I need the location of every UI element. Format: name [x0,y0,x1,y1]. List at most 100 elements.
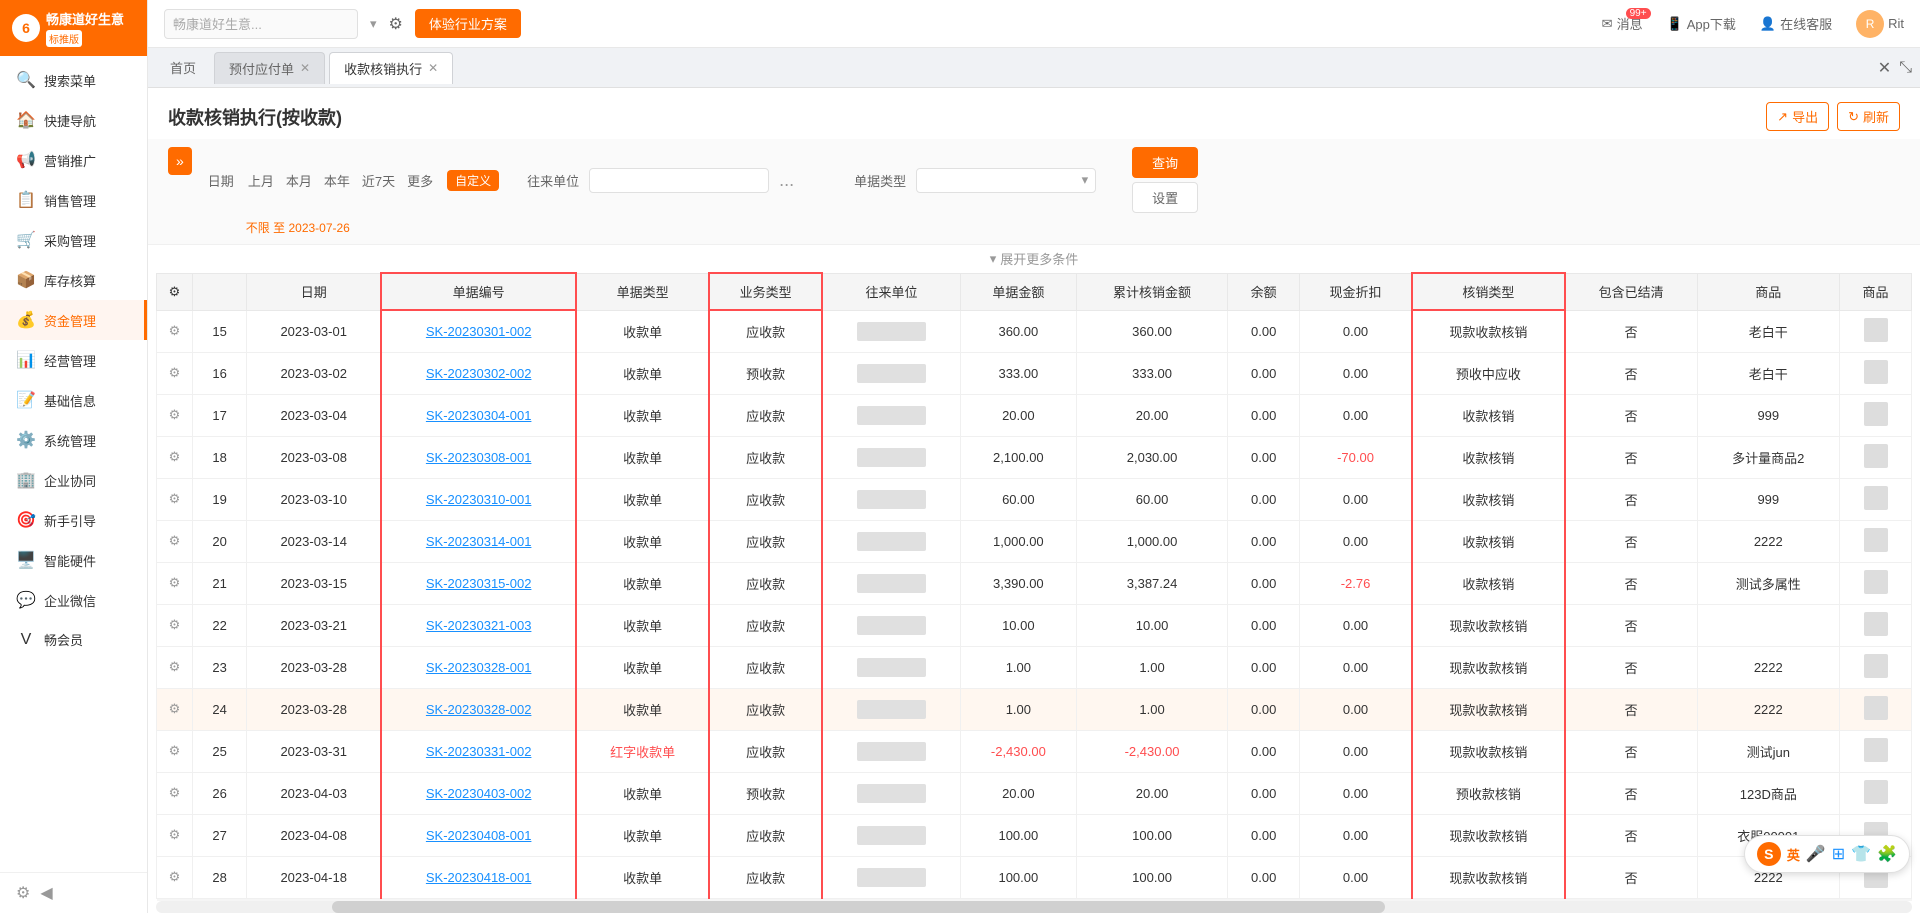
doc-type-select[interactable] [916,168,1096,193]
tab-close-button[interactable]: ✕ [1878,58,1891,78]
topbar-gear-icon[interactable]: ⚙ [389,14,403,34]
sidebar-item-sales[interactable]: 📋销售管理 [0,180,147,220]
float-shirt-icon[interactable]: 👕 [1851,844,1871,864]
collapse-icon[interactable]: ◀ [40,883,52,903]
expand-conditions-button[interactable]: ▾ 展开更多条件 [990,249,1079,268]
doc-no-link[interactable]: SK-20230308-001 [426,450,532,465]
online-service-button[interactable]: 👤 在线客服 [1760,14,1832,33]
sidebar-item-system[interactable]: ⚙️系统管理 [0,420,147,460]
row-settings-icon[interactable]: ⚙ [169,659,181,674]
cell-goods: 老白干 [1697,310,1840,352]
row-settings-icon[interactable]: ⚙ [169,491,181,506]
table-row: ⚙ 24 2023-03-28 SK-20230328-002 收款单 应收款 … [157,688,1912,730]
cell-cancel-type: 现款收款核销 [1412,814,1565,856]
tab-expand-button[interactable]: ⤡ [1899,59,1912,77]
cell-goods: 999 [1697,478,1840,520]
sidebar-item-wechat[interactable]: 💬企业微信 [0,580,147,620]
sidebar-item-marketing[interactable]: 📢营销推广 [0,140,147,180]
message-button[interactable]: ✉ 消息 99+ [1602,14,1643,33]
float-grid-icon[interactable]: ⊞ [1832,844,1845,864]
row-settings-icon[interactable]: ⚙ [169,869,181,884]
doc-no-link[interactable]: SK-20230314-001 [426,534,532,549]
topbar-arrow-icon[interactable]: ▾ [370,16,377,32]
cell-cum-amount: 60.00 [1076,478,1227,520]
filter-dots[interactable]: ... [779,170,794,191]
row-settings-icon[interactable]: ⚙ [169,449,181,464]
col-amount: 单据金额 [960,273,1076,310]
horizontal-scrollbar[interactable] [156,901,1912,913]
row-settings-icon[interactable]: ⚙ [169,617,181,632]
doc-no-link[interactable]: SK-20230304-001 [426,408,532,423]
filter-toggle-button[interactable]: » [168,147,192,175]
doc-no-link[interactable]: SK-20230310-001 [426,492,532,507]
sidebar-label-purchase: 采购管理 [44,231,96,250]
cell-goods-img [1840,688,1912,730]
tab-home[interactable]: 首页 [156,52,210,83]
row-settings-icon[interactable]: ⚙ [169,365,181,380]
cell-goods: 2222 [1697,520,1840,562]
query-button[interactable]: 查询 [1132,147,1198,178]
partner-filter-input[interactable] [589,168,769,193]
cell-balance: 0.00 [1228,352,1300,394]
doc-no-link[interactable]: SK-20230328-001 [426,660,532,675]
doc-no-link[interactable]: SK-20230328-002 [426,702,532,717]
date-7days[interactable]: 近7天 [358,169,399,192]
row-settings-icon[interactable]: ⚙ [169,743,181,758]
doc-no-link[interactable]: SK-20230302-002 [426,366,532,381]
cell-date: 2023-03-01 [247,310,382,352]
doc-no-link[interactable]: SK-20230301-002 [426,324,532,339]
app-download-button[interactable]: 📱 App下载 [1667,14,1736,33]
cell-date: 2023-04-03 [247,772,382,814]
doc-type-select-wrap [916,168,1096,193]
date-last-month[interactable]: 上月 [244,169,278,192]
sidebar-item-hardware[interactable]: 🖥️智能硬件 [0,540,147,580]
row-settings-icon[interactable]: ⚙ [169,701,181,716]
doc-no-link[interactable]: SK-20230315-002 [426,576,532,591]
doc-no-link[interactable]: SK-20230403-002 [426,786,532,801]
row-settings-icon[interactable]: ⚙ [169,785,181,800]
sidebar-label-wechat: 企业微信 [44,591,96,610]
doc-no-link[interactable]: SK-20230331-002 [426,744,532,759]
tab-close-prepay[interactable]: ✕ [300,61,310,75]
sidebar-item-corp[interactable]: 🏢企业协同 [0,460,147,500]
float-mic-icon[interactable]: 🎤 [1806,844,1826,864]
sidebar-item-basic[interactable]: 📝基础信息 [0,380,147,420]
settings-footer-icon[interactable]: ⚙ [16,883,30,903]
row-settings-icon[interactable]: ⚙ [169,827,181,842]
sidebar-item-guide[interactable]: 🎯新手引导 [0,500,147,540]
col-index [193,273,247,310]
tab-label-collection: 收款核销执行 [344,59,422,78]
sidebar-item-inventory[interactable]: 📦库存核算 [0,260,147,300]
row-settings-icon[interactable]: ⚙ [169,575,181,590]
date-this-year[interactable]: 本年 [320,169,354,192]
date-this-month[interactable]: 本月 [282,169,316,192]
solution-button[interactable]: 体验行业方案 [415,9,521,38]
tab-close-collection[interactable]: ✕ [428,61,438,75]
cell-cum-amount: 100.00 [1076,814,1227,856]
sidebar-item-search[interactable]: 🔍搜索菜单 [0,60,147,100]
settings-button[interactable]: 设置 [1132,182,1198,213]
doc-no-link[interactable]: SK-20230418-001 [426,870,532,885]
sidebar-item-quick-nav[interactable]: 🏠快捷导航 [0,100,147,140]
user-avatar[interactable]: R Rit [1856,10,1904,38]
row-settings-icon[interactable]: ⚙ [169,323,181,338]
tab-collection[interactable]: 收款核销执行 ✕ [329,52,453,84]
sidebar-item-ops[interactable]: 📊经营管理 [0,340,147,380]
date-more[interactable]: 更多 [403,169,437,192]
scrollbar-thumb[interactable] [332,901,1386,913]
date-custom-button[interactable]: 自定义 [447,170,499,191]
sidebar-item-finance[interactable]: 💰资金管理 [0,300,147,340]
row-settings-icon[interactable]: ⚙ [169,533,181,548]
tabbar: 首页预付应付单✕ 收款核销执行 ✕ ✕ ⤡ [148,48,1920,88]
tab-prepay[interactable]: 预付应付单✕ [214,52,325,84]
float-puzzle-icon[interactable]: 🧩 [1877,844,1897,864]
export-button[interactable]: ↗ 导出 [1766,102,1829,131]
sidebar-item-purchase[interactable]: 🛒采购管理 [0,220,147,260]
sidebar-item-member[interactable]: V畅会员 [0,620,147,659]
col-settings-icon[interactable]: ⚙ [169,284,181,299]
refresh-button[interactable]: ↻ 刷新 [1837,102,1900,131]
doc-no-link[interactable]: SK-20230408-001 [426,828,532,843]
doc-no-link[interactable]: SK-20230321-003 [426,618,532,633]
topbar-search-input[interactable] [164,9,358,39]
row-settings-icon[interactable]: ⚙ [169,407,181,422]
